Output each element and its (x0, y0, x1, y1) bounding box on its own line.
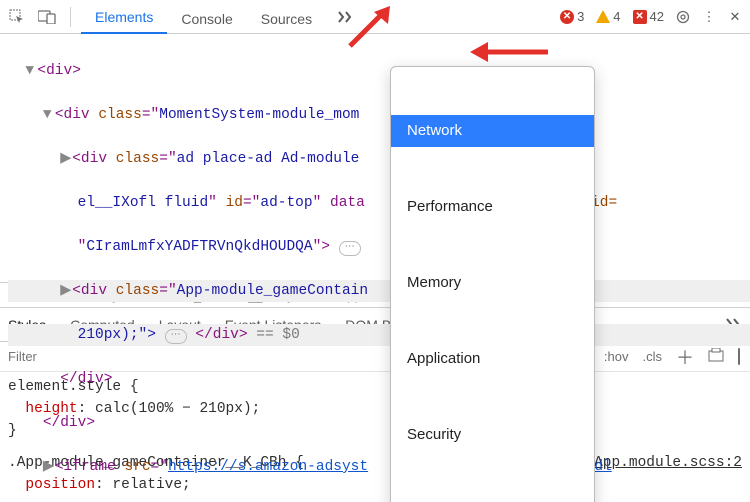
warning-badge[interactable]: 4 (592, 9, 624, 24)
error-badge[interactable]: ✕ 3 (556, 9, 588, 24)
device-icon[interactable] (34, 4, 60, 30)
warning-count: 4 (613, 9, 620, 24)
warning-icon (596, 10, 610, 23)
error-icon: ✕ (560, 10, 574, 24)
dom-line-selected[interactable]: 210px);"> ⋯ </div> == $0 (8, 324, 750, 346)
tab-sources[interactable]: Sources (247, 3, 326, 34)
ellipsis-icon[interactable]: ⋯ (165, 329, 187, 344)
dom-line[interactable]: ▼<div> (8, 60, 750, 82)
dropdown-item-security[interactable]: Security (391, 419, 594, 451)
hidden-badge[interactable]: ✕ 42 (629, 9, 668, 24)
close-icon[interactable]: ✕ (724, 9, 746, 25)
dropdown-item-application[interactable]: Application (391, 343, 594, 375)
more-icon[interactable]: ⋮ (698, 9, 720, 25)
tab-console[interactable]: Console (167, 3, 246, 34)
panel-tabs: Elements Console Sources (81, 0, 326, 34)
dom-line[interactable]: "CIramLmfxYADFTRVnQkdHOUDQA"> ⋯ (8, 236, 750, 258)
dom-line[interactable]: </div> (8, 412, 750, 434)
dom-line[interactable]: ▶<div class="ad place-ad Ad-module (8, 148, 750, 170)
panel-dropdown: Network Performance Memory Application S… (390, 66, 595, 502)
settings-icon[interactable] (672, 9, 694, 25)
dropdown-item-network[interactable]: Network (391, 115, 594, 147)
dom-line[interactable]: ▼<div class="MomentSystem-module_mom odu… (8, 104, 750, 126)
elements-panel[interactable]: ▼<div> ▼<div class="MomentSystem-module_… (0, 34, 750, 282)
dom-line[interactable]: </div> (8, 368, 750, 390)
hidden-count: 42 (650, 9, 664, 24)
error-count: 3 (577, 9, 584, 24)
dropdown-item-lighthouse[interactable]: Lighthouse (391, 495, 594, 502)
dom-line[interactable]: ▶<iframe src="https://s.amazon-adsyst b-… (8, 456, 750, 478)
tab-elements[interactable]: Elements (81, 1, 167, 34)
devtools-toolbar: Elements Console Sources ✕ 3 4 ✕ 42 ⋮ ✕ (0, 0, 750, 34)
ellipsis-icon[interactable]: ⋯ (339, 241, 361, 256)
dom-line-selected[interactable]: ▶<div class="App-module_gameContain t: c… (8, 280, 750, 302)
dropdown-item-memory[interactable]: Memory (391, 267, 594, 299)
dom-line[interactable]: el__IXofl fluid" id="ad-top" data gle-qu… (8, 192, 750, 214)
hidden-icon: ✕ (633, 10, 647, 24)
more-tabs-button[interactable] (334, 5, 358, 29)
inspect-icon[interactable] (4, 4, 30, 30)
toolbar-divider (70, 7, 71, 27)
dropdown-item-performance[interactable]: Performance (391, 191, 594, 223)
